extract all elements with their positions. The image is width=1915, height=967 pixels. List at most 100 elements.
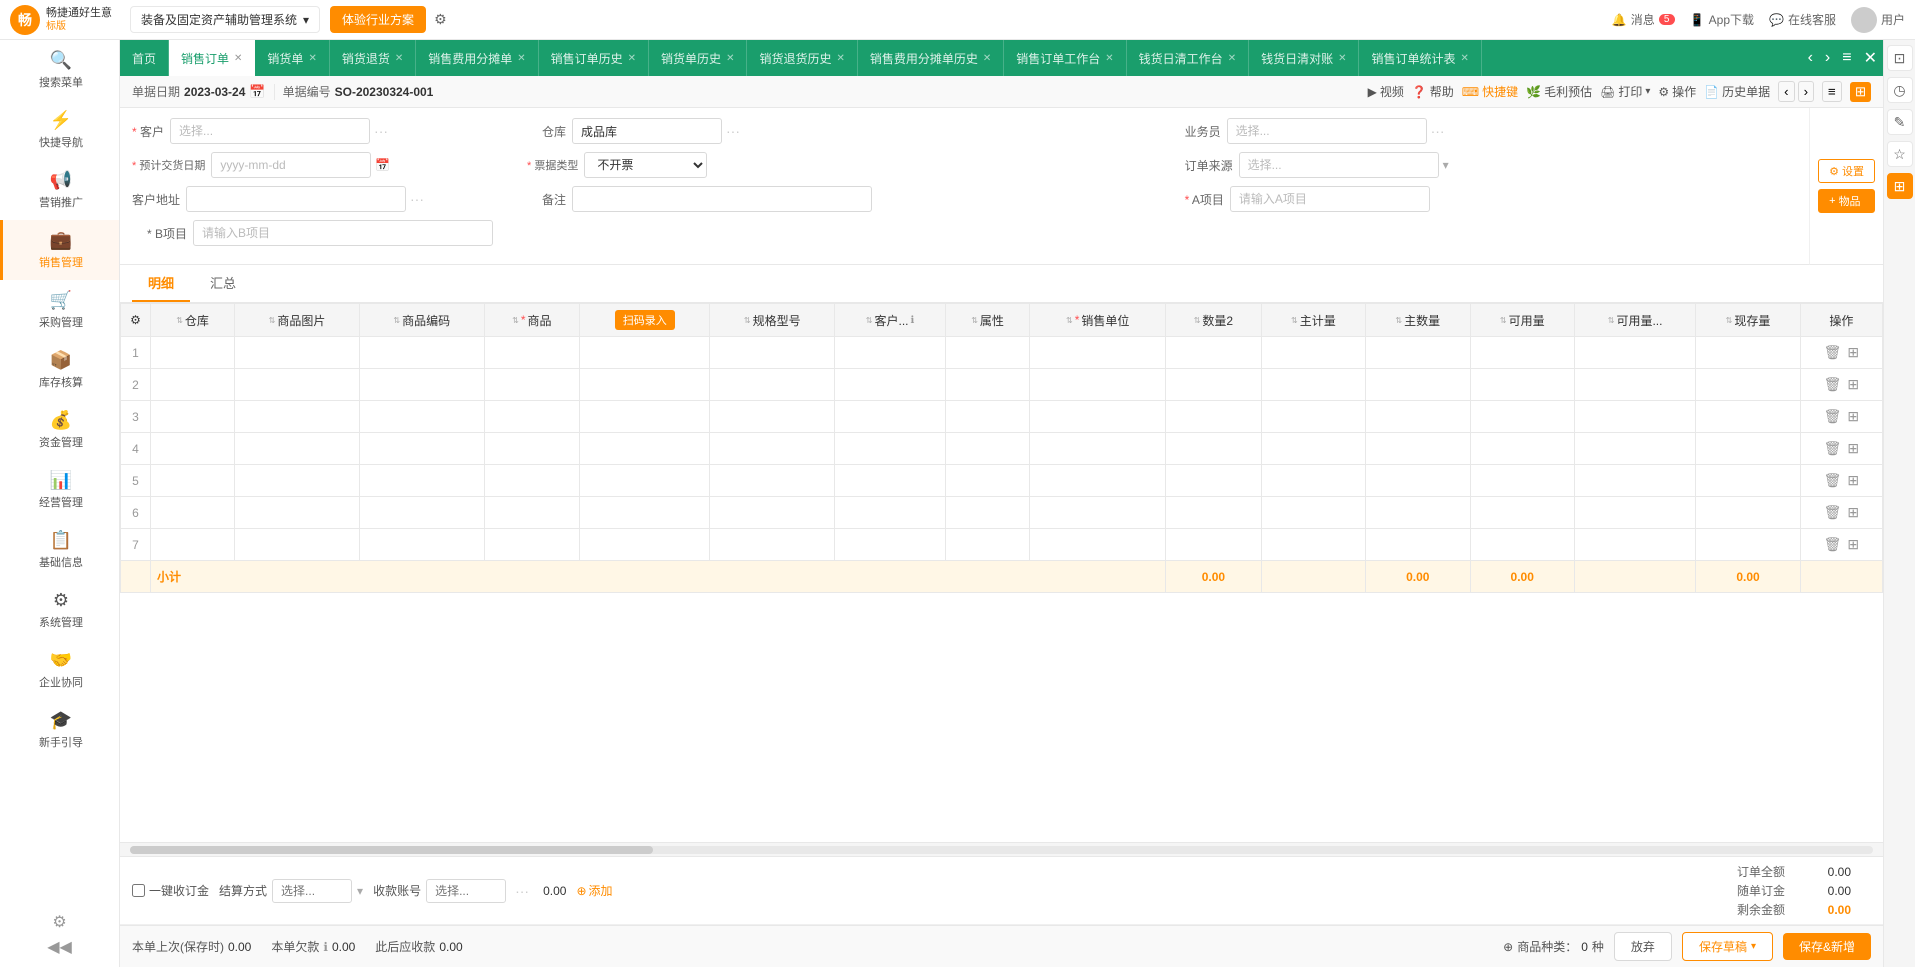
delete-icon[interactable]: 🗑 bbox=[1824, 536, 1842, 553]
sidebar-item-basic[interactable]: 📋 基础信息 bbox=[0, 520, 119, 580]
th-spec[interactable]: ⇅规格型号 bbox=[710, 304, 835, 337]
customer-more-btn[interactable]: ··· bbox=[370, 123, 392, 139]
th-main-unit[interactable]: ⇅主计量 bbox=[1261, 304, 1365, 337]
one-key-checkbox-input[interactable] bbox=[132, 884, 145, 897]
tab-next-btn[interactable]: › bbox=[1819, 40, 1836, 76]
one-key-collection-checkbox[interactable]: 一键收订金 bbox=[132, 882, 209, 899]
view-video-btn[interactable]: ▶ 视频 bbox=[1368, 83, 1404, 100]
delete-icon[interactable]: 🗑 bbox=[1824, 408, 1842, 425]
panel-icon-3[interactable]: ✎ bbox=[1887, 109, 1913, 135]
scan-btn[interactable]: 扫码录入 bbox=[615, 310, 675, 330]
app-download-btn[interactable]: 📱 App下载 bbox=[1690, 11, 1754, 28]
grid-view-btn[interactable]: ⊞ bbox=[1850, 82, 1871, 102]
delete-icon[interactable]: 🗑 bbox=[1824, 472, 1842, 489]
th-available2[interactable]: ⇅可用量... bbox=[1574, 304, 1695, 337]
sidebar-item-finance[interactable]: 💰 资金管理 bbox=[0, 400, 119, 460]
help-btn[interactable]: ❓ 帮助 bbox=[1412, 83, 1454, 100]
add-btn[interactable]: ⊕ 添加 bbox=[576, 882, 612, 899]
tab-stats[interactable]: 销售订单统计表 ✕ bbox=[1359, 40, 1481, 76]
tab-sales-order[interactable]: 销售订单 ✕ bbox=[169, 40, 255, 76]
collapse-icon[interactable]: ◀◀ bbox=[47, 937, 72, 957]
sidebar-item-guide[interactable]: 🎓 新手引导 bbox=[0, 700, 119, 760]
th-available[interactable]: ⇅可用量 bbox=[1470, 304, 1574, 337]
history-btn[interactable]: 📄 历史单据 bbox=[1704, 83, 1770, 100]
th-warehouse[interactable]: ⇅仓库 bbox=[151, 304, 235, 337]
payment-method-input[interactable] bbox=[272, 879, 352, 903]
panel-icon-2[interactable]: ◷ bbox=[1887, 77, 1913, 103]
shortcut-btn[interactable]: ⌨ 快捷键 bbox=[1462, 83, 1518, 100]
horizontal-scrollbar[interactable] bbox=[120, 843, 1883, 857]
tab-close-sales-invoice[interactable]: ✕ bbox=[308, 53, 316, 64]
tab-close-reconciliation[interactable]: ✕ bbox=[1338, 53, 1346, 64]
th-attr[interactable]: ⇅属性 bbox=[946, 304, 1030, 337]
tab-invoice-history[interactable]: 销货单历史 ✕ bbox=[649, 40, 747, 76]
th-image[interactable]: ⇅商品图片 bbox=[235, 304, 360, 337]
copy-icon[interactable]: ⊞ bbox=[1847, 472, 1859, 489]
th-sales-unit[interactable]: ⇅*销售单位 bbox=[1030, 304, 1166, 337]
customer-input[interactable] bbox=[170, 118, 370, 144]
panel-icon-4[interactable]: ☆ bbox=[1887, 141, 1913, 167]
tab-more-btn[interactable]: ≡ bbox=[1836, 40, 1857, 76]
sidebar-item-operation[interactable]: 📊 经营管理 bbox=[0, 460, 119, 520]
copy-icon[interactable]: ⊞ bbox=[1847, 504, 1859, 521]
tab-order-history[interactable]: 销售订单历史 ✕ bbox=[539, 40, 649, 76]
delete-icon[interactable]: 🗑 bbox=[1824, 344, 1842, 361]
sidebar-item-purchase[interactable]: 🛒 采购管理 bbox=[0, 280, 119, 340]
customer-address-input[interactable] bbox=[186, 186, 406, 212]
operation-btn[interactable]: ⚙ 操作 bbox=[1658, 83, 1696, 100]
tab-sales-return[interactable]: 销货退货 ✕ bbox=[330, 40, 416, 76]
sidebar-item-sales[interactable]: 💼 销售管理 bbox=[0, 220, 119, 280]
copy-icon[interactable]: ⊞ bbox=[1847, 408, 1859, 425]
tab-close-stats[interactable]: ✕ bbox=[1461, 53, 1469, 64]
discard-btn[interactable]: 放弃 bbox=[1614, 932, 1672, 961]
tab-close-expense-history[interactable]: ✕ bbox=[983, 53, 991, 64]
tab-prev-btn[interactable]: ‹ bbox=[1802, 40, 1819, 76]
tab-close-sales-return[interactable]: ✕ bbox=[395, 53, 403, 64]
th-gear[interactable]: ⚙ bbox=[121, 304, 151, 337]
tab-close-sales-order[interactable]: ✕ bbox=[234, 53, 242, 64]
tab-close-invoice-history[interactable]: ✕ bbox=[726, 53, 734, 64]
next-record-btn[interactable]: › bbox=[1798, 81, 1814, 102]
calendar2-icon[interactable]: 📅 bbox=[371, 158, 394, 172]
panel-icon-1[interactable]: ⊡ bbox=[1887, 45, 1913, 71]
panel-icon-5[interactable]: ⊞ bbox=[1887, 173, 1913, 199]
save-draft-btn[interactable]: 保存草稿 ▾ bbox=[1682, 932, 1773, 961]
message-btn[interactable]: 🔔 消息 5 bbox=[1612, 11, 1675, 28]
invoice-type-select[interactable]: 不开票 增值税普通发票 增值税专用发票 bbox=[584, 152, 707, 178]
goods-btn[interactable]: + 物品 bbox=[1818, 189, 1875, 213]
order-source-input[interactable] bbox=[1239, 152, 1439, 178]
product-table-container[interactable]: ⚙ ⇅仓库 ⇅商品图片 ⇅商品编码 ⇅*商品 bbox=[120, 303, 1883, 842]
tab-daily-workbench[interactable]: 钱货日清工作台 ✕ bbox=[1127, 40, 1249, 76]
delete-icon[interactable]: 🗑 bbox=[1824, 504, 1842, 521]
remark-input[interactable] bbox=[572, 186, 872, 212]
tab-home[interactable]: 首页 bbox=[120, 40, 169, 76]
salesman-more-btn[interactable]: ··· bbox=[1427, 123, 1449, 139]
warehouse-input[interactable] bbox=[572, 118, 722, 144]
th-customer-code[interactable]: ⇅客户...ℹ bbox=[835, 304, 946, 337]
th-stock[interactable]: ⇅现存量 bbox=[1696, 304, 1800, 337]
sidebar-item-enterprise[interactable]: 🤝 企业协同 bbox=[0, 640, 119, 700]
address-more-btn[interactable]: ··· bbox=[406, 191, 428, 207]
user-menu-btn[interactable]: 用户 bbox=[1851, 7, 1905, 33]
tab-close-expense-split[interactable]: ✕ bbox=[517, 53, 525, 64]
tab-detail[interactable]: 明细 bbox=[132, 265, 190, 302]
b-project-input[interactable] bbox=[193, 220, 493, 246]
list-view-btn[interactable]: ≡ bbox=[1822, 81, 1842, 102]
tab-return-history[interactable]: 销货退货历史 ✕ bbox=[747, 40, 857, 76]
sidebar-item-search[interactable]: 🔍 搜索菜单 bbox=[0, 40, 119, 100]
warehouse-more-btn[interactable]: ··· bbox=[722, 123, 744, 139]
gear-icon[interactable]: ⚙ bbox=[434, 11, 447, 28]
scrollbar-thumb[interactable] bbox=[130, 846, 653, 854]
industry-btn[interactable]: 体验行业方案 bbox=[330, 6, 426, 33]
th-scan[interactable]: 扫码录入 bbox=[580, 304, 710, 337]
th-goods[interactable]: ⇅*商品 bbox=[484, 304, 579, 337]
a-project-input[interactable] bbox=[1230, 186, 1430, 212]
sidebar-item-quicknav[interactable]: ⚡ 快捷导航 bbox=[0, 100, 119, 160]
tab-summary[interactable]: 汇总 bbox=[194, 265, 252, 302]
delete-icon[interactable]: 🗑 bbox=[1824, 440, 1842, 457]
sidebar-item-system[interactable]: ⚙ 系统管理 bbox=[0, 580, 119, 640]
tab-expense-history[interactable]: 销售费用分摊单历史 ✕ bbox=[858, 40, 1004, 76]
th-main-qty[interactable]: ⇅主数量 bbox=[1366, 304, 1470, 337]
copy-icon[interactable]: ⊞ bbox=[1847, 344, 1859, 361]
copy-icon[interactable]: ⊞ bbox=[1847, 440, 1859, 457]
